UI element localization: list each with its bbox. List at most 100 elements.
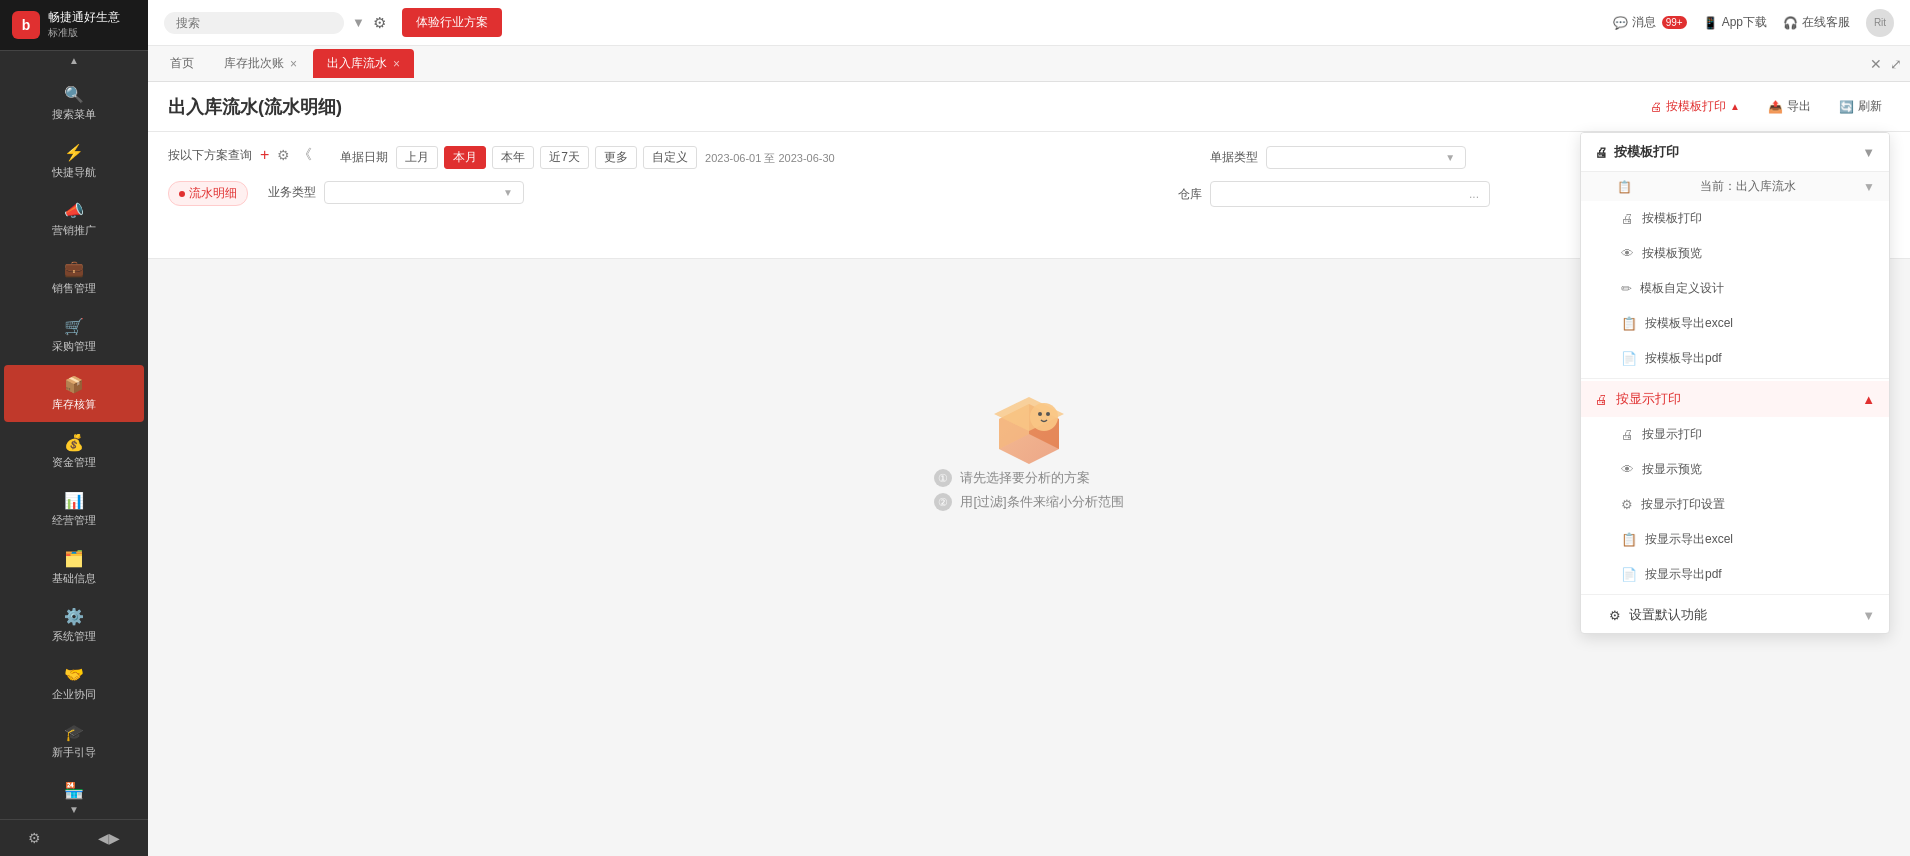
filter-add-button[interactable]: + bbox=[260, 146, 269, 164]
sidebar-item-operations[interactable]: 📊经营管理 bbox=[4, 481, 144, 538]
date-btn-自定义[interactable]: 自定义 bbox=[643, 146, 697, 169]
dropdown-sub-按显示导出pdf[interactable]: 📄按显示导出pdf bbox=[1581, 557, 1889, 592]
sidebar-logo: b 畅捷通好生意 标准版 bbox=[0, 0, 148, 51]
date-btn-上月[interactable]: 上月 bbox=[396, 146, 438, 169]
window-expand-icon[interactable]: ⤢ bbox=[1890, 56, 1902, 72]
scroll-down-arrow[interactable]: ▼ bbox=[69, 804, 79, 815]
filter-collapse-button[interactable]: 《 bbox=[298, 146, 312, 164]
dropdown-sub-icon: 📋 bbox=[1621, 532, 1637, 547]
date-filter-group: 单据日期 上月本月本年近7天更多自定义2023-06-01 至 2023-06-… bbox=[340, 146, 1190, 169]
sidebar-item-finance[interactable]: 💰资金管理 bbox=[4, 423, 144, 480]
sidebar-item-system[interactable]: ⚙️系统管理 bbox=[4, 597, 144, 654]
dropdown-header-label: 按模板打印 bbox=[1614, 143, 1679, 161]
filter-settings-button[interactable]: ⚙ bbox=[277, 147, 290, 163]
date-btn-更多[interactable]: 更多 bbox=[595, 146, 637, 169]
svg-point-4 bbox=[1030, 403, 1058, 431]
app-download-icon: 📱 bbox=[1703, 16, 1718, 30]
dropdown-template-按模板打印[interactable]: 🖨按模板打印 bbox=[1581, 201, 1889, 236]
search-icon: 🔍 bbox=[64, 85, 84, 104]
export-button[interactable]: 📤 导出 bbox=[1760, 94, 1819, 119]
export-label: 导出 bbox=[1787, 98, 1811, 115]
tab-flow[interactable]: 出入库流水× bbox=[313, 49, 414, 78]
tab-home[interactable]: 首页 bbox=[156, 49, 208, 78]
dropdown-sub-按显示打印[interactable]: 🖨按显示打印 bbox=[1581, 417, 1889, 452]
dropdown-print-icon: 🖨 bbox=[1595, 145, 1608, 160]
sidebar-item-quick[interactable]: ⚡快捷导航 bbox=[4, 133, 144, 190]
tab-label-batch: 库存批次账 bbox=[224, 55, 284, 72]
step-text-2: 用[过滤]条件来缩小分析范围 bbox=[960, 493, 1123, 511]
app-logo-icon: b bbox=[12, 11, 40, 39]
dropdown-sub-按显示导出excel[interactable]: 📋按显示导出excel bbox=[1581, 522, 1889, 557]
sidebar-nav: 🔍搜索菜单⚡快捷导航📣营销推广💼销售管理🛒采购管理📦库存核算💰资金管理📊经营管理… bbox=[0, 70, 148, 800]
basic-icon: 🗂️ bbox=[64, 549, 84, 568]
date-btn-本年[interactable]: 本年 bbox=[492, 146, 534, 169]
sidebar-item-appstore[interactable]: 🏪应用中心 bbox=[4, 771, 144, 800]
biz-type-chevron: ▼ bbox=[503, 187, 513, 198]
dropdown-template-模板自定义设计[interactable]: ✏模板自定义设计 bbox=[1581, 271, 1889, 306]
sidebar-item-purchase[interactable]: 🛒采购管理 bbox=[4, 307, 144, 364]
tag-label: 流水明细 bbox=[189, 185, 237, 202]
sales-icon: 💼 bbox=[64, 259, 84, 278]
sidebar-item-guide[interactable]: 🎓新手引导 bbox=[4, 713, 144, 770]
sidebar-toggle-btn[interactable]: ◀▶ bbox=[98, 830, 120, 846]
dropdown-sub-按显示预览[interactable]: 👁按显示预览 bbox=[1581, 452, 1889, 487]
bill-type-label: 单据类型 bbox=[1210, 149, 1258, 166]
warehouse-select[interactable]: ... bbox=[1210, 181, 1490, 207]
app-download-button[interactable]: 📱 App下载 bbox=[1703, 14, 1767, 31]
bill-type-select[interactable]: ▼ bbox=[1266, 146, 1466, 169]
topbar-search-box[interactable] bbox=[164, 12, 344, 34]
dropdown-current-chevron[interactable]: ▼ bbox=[1863, 180, 1875, 194]
step-num-1: ① bbox=[934, 469, 952, 487]
date-btn-本月[interactable]: 本月 bbox=[444, 146, 486, 169]
dropdown-sub-icon: ⚙ bbox=[1621, 497, 1633, 512]
warehouse-label: 仓库 bbox=[1178, 186, 1202, 203]
topbar-chevron-icon[interactable]: ▼ bbox=[352, 15, 365, 30]
dropdown-title: 🖨 按模板打印 bbox=[1595, 143, 1679, 161]
search-input[interactable] bbox=[176, 16, 332, 30]
tab-close-flow[interactable]: × bbox=[393, 57, 400, 71]
user-avatar-button[interactable]: Rit bbox=[1866, 9, 1894, 37]
refresh-button[interactable]: 🔄 刷新 bbox=[1831, 94, 1890, 119]
finance-label: 资金管理 bbox=[52, 455, 96, 470]
topbar-gear-icon[interactable]: ⚙ bbox=[373, 14, 386, 32]
dropdown-active-section-header[interactable]: 🖨 按显示打印 ▲ bbox=[1581, 381, 1889, 417]
window-close-icon[interactable]: ✕ bbox=[1870, 56, 1882, 72]
sidebar-item-marketing[interactable]: 📣营销推广 bbox=[4, 191, 144, 248]
dropdown-template-按模板导出pdf[interactable]: 📄按模板导出pdf bbox=[1581, 341, 1889, 376]
dropdown-footer-item[interactable]: ⚙ 设置默认功能 ▼ bbox=[1581, 597, 1889, 633]
sidebar-item-sales[interactable]: 💼销售管理 bbox=[4, 249, 144, 306]
scroll-up-arrow[interactable]: ▲ bbox=[69, 55, 79, 66]
trial-button[interactable]: 体验行业方案 bbox=[402, 8, 502, 37]
tab-label-home: 首页 bbox=[170, 55, 194, 72]
sidebar-item-enterprise[interactable]: 🤝企业协同 bbox=[4, 655, 144, 712]
refresh-icon: 🔄 bbox=[1839, 100, 1854, 114]
customer-service-button[interactable]: 🎧 在线客服 bbox=[1783, 14, 1850, 31]
app-download-label: App下载 bbox=[1722, 14, 1767, 31]
biz-type-select[interactable]: ▼ bbox=[324, 181, 524, 204]
dropdown-template-按模板预览[interactable]: 👁按模板预览 bbox=[1581, 236, 1889, 271]
sidebar-item-basic[interactable]: 🗂️基础信息 bbox=[4, 539, 144, 596]
purchase-icon: 🛒 bbox=[64, 317, 84, 336]
dropdown-item-icon: 📄 bbox=[1621, 351, 1637, 366]
bill-type-chevron: ▼ bbox=[1445, 152, 1455, 163]
dropdown-item-icon: 👁 bbox=[1621, 246, 1634, 261]
filter-controls: 按以下方案查询 + ⚙ 《 bbox=[168, 146, 312, 164]
message-button[interactable]: 💬 消息 99+ bbox=[1613, 14, 1687, 31]
date-filter-label: 单据日期 bbox=[340, 149, 388, 166]
tab-close-batch[interactable]: × bbox=[290, 57, 297, 71]
active-section-icon: 🖨 bbox=[1595, 392, 1608, 407]
dropdown-template-按模板导出excel[interactable]: 📋按模板导出excel bbox=[1581, 306, 1889, 341]
operations-icon: 📊 bbox=[64, 491, 84, 510]
dropdown-header-chevron[interactable]: ▼ bbox=[1862, 145, 1875, 160]
flow-detail-tag[interactable]: 流水明细 bbox=[168, 181, 248, 206]
date-btn-近7天[interactable]: 近7天 bbox=[540, 146, 589, 169]
sidebar-settings-btn[interactable]: ⚙ bbox=[28, 830, 41, 846]
marketing-icon: 📣 bbox=[64, 201, 84, 220]
dropdown-sub-按显示打印设置[interactable]: ⚙按显示打印设置 bbox=[1581, 487, 1889, 522]
tab-batch[interactable]: 库存批次账 × bbox=[210, 49, 311, 78]
print-template-button[interactable]: 🖨 按模板打印 ▲ bbox=[1642, 94, 1748, 119]
print-dropdown-panel: 🖨 按模板打印 ▼ 📋 当前：出入库流水 ▼ 🖨按模板打印👁按模板预览✏模板自定… bbox=[1580, 132, 1890, 634]
sidebar: b 畅捷通好生意 标准版 ▲ 🔍搜索菜单⚡快捷导航📣营销推广💼销售管理🛒采购管理… bbox=[0, 0, 148, 856]
sidebar-item-inventory[interactable]: 📦库存核算 bbox=[4, 365, 144, 422]
sidebar-item-search[interactable]: 🔍搜索菜单 bbox=[4, 75, 144, 132]
